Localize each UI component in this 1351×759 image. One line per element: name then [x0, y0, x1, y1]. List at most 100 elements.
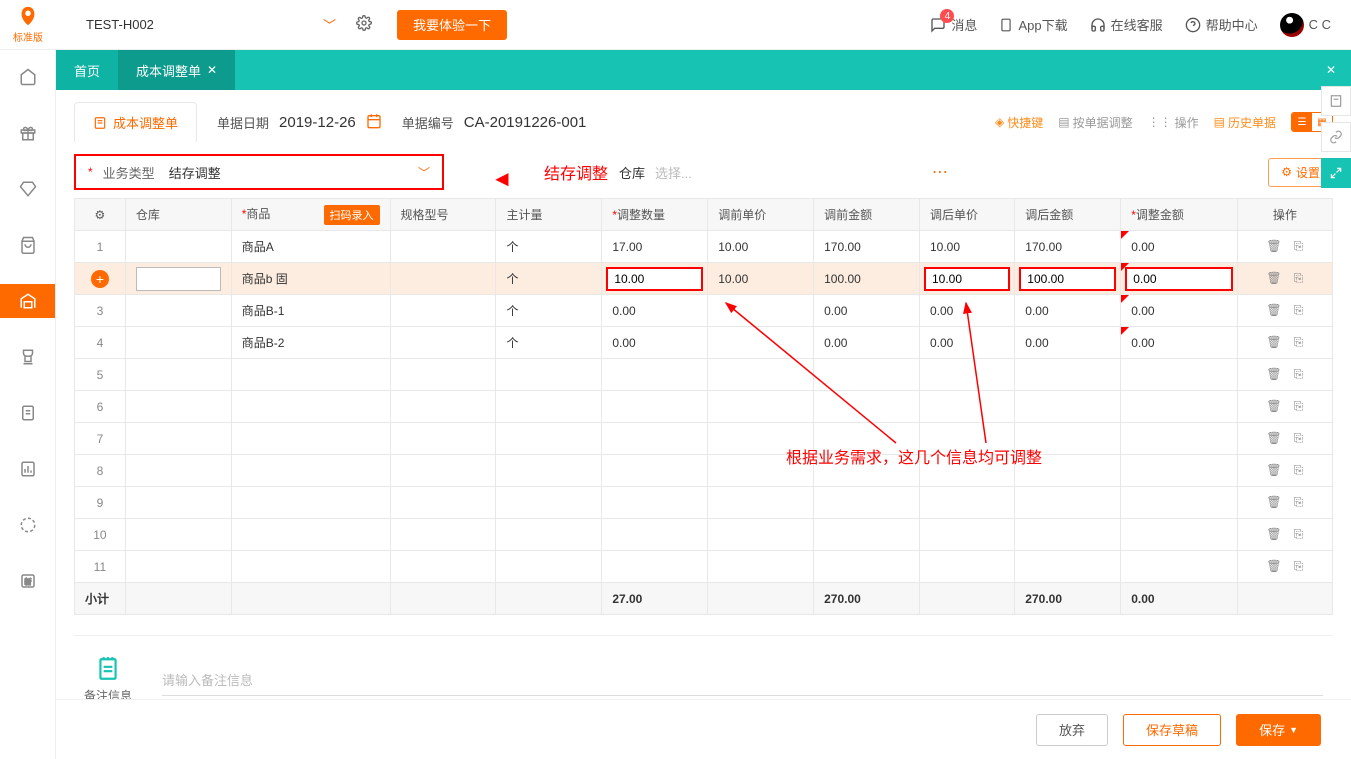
business-type-select[interactable]: * 业务类型 结存调整 ﹀ — [74, 154, 444, 190]
table-row[interactable]: 11🗑⎘ — [75, 551, 1333, 583]
table-row[interactable]: 7🗑⎘ — [75, 423, 1333, 455]
left-nav: 新 — [0, 50, 56, 759]
help-center[interactable]: 帮助中心 — [1185, 15, 1258, 34]
nav-gift-icon[interactable] — [0, 116, 55, 150]
messages[interactable]: 4 消息 — [930, 15, 977, 34]
copy-icon[interactable]: ⎘ — [1294, 271, 1304, 286]
chevron-down-icon: ﹀ — [323, 15, 336, 34]
th-gear[interactable]: ⚙ — [75, 199, 126, 231]
delete-icon[interactable]: 🗑 — [1266, 495, 1281, 510]
delete-icon[interactable]: 🗑 — [1266, 303, 1281, 318]
th-after-price: 调后单价 — [920, 199, 1015, 231]
table-row[interactable]: +商品b 固个10.00100.00🗑⎘ — [75, 263, 1333, 295]
rail-note-icon[interactable] — [1321, 86, 1351, 116]
doc-header: 成本调整单 单据日期 2019-12-26 单据编号 CA-20191226-0… — [56, 90, 1351, 142]
nav-warehouse-icon[interactable] — [0, 284, 55, 318]
copy-icon[interactable]: ⎘ — [1294, 239, 1304, 254]
delete-icon[interactable]: 🗑 — [1266, 559, 1281, 574]
app-download[interactable]: App下载 — [999, 15, 1067, 34]
table-row[interactable]: 6🗑⎘ — [75, 391, 1333, 423]
more-icon[interactable]: ⋯ — [932, 162, 948, 182]
table-row[interactable]: 8🗑⎘ — [75, 455, 1333, 487]
gear-icon[interactable] — [356, 15, 372, 34]
after-price-input[interactable] — [924, 267, 1010, 291]
delete-icon[interactable]: 🗑 — [1266, 367, 1281, 382]
tool-history[interactable]: ▤ 历史单据 — [1214, 114, 1276, 131]
doc-number: 单据编号 CA-20191226-001 — [402, 113, 587, 132]
copy-icon[interactable]: ⎘ — [1294, 559, 1304, 574]
th-spec: 规格型号 — [390, 199, 496, 231]
th-op: 操作 — [1237, 199, 1332, 231]
logo: 标准版 — [0, 5, 56, 44]
copy-icon[interactable]: ⎘ — [1294, 335, 1304, 350]
copy-icon[interactable]: ⎘ — [1294, 463, 1304, 478]
table-row[interactable]: 5🗑⎘ — [75, 359, 1333, 391]
nav-clipboard-icon[interactable] — [0, 396, 55, 430]
th-before-price: 调前单价 — [708, 199, 814, 231]
remark-icon: 备注信息 — [84, 656, 132, 704]
qty-input[interactable] — [606, 267, 703, 291]
nav-new-icon[interactable]: 新 — [0, 564, 55, 598]
tab-cost-adjust[interactable]: 成本调整单✕ — [118, 50, 235, 90]
table-row[interactable]: 9🗑⎘ — [75, 487, 1333, 519]
footer-buttons: 放弃 保存草稿 保存 ▼ — [56, 699, 1351, 759]
tool-actions[interactable]: ⋮⋮ 操作 — [1148, 114, 1199, 131]
copy-icon[interactable]: ⎘ — [1294, 399, 1304, 414]
subtotal-row: 小计 27.00 270.00 270.00 0.00 — [75, 583, 1333, 615]
th-adj-amt: *调整金额 — [1121, 199, 1237, 231]
delete-icon[interactable]: 🗑 — [1266, 271, 1281, 286]
delete-icon[interactable]: 🗑 — [1266, 527, 1281, 542]
nav-diamond-icon[interactable] — [0, 172, 55, 206]
table-row[interactable]: 3商品B-1个0.000.000.000.000.00🗑⎘ — [75, 295, 1333, 327]
nav-report-icon[interactable] — [0, 452, 55, 486]
table-row[interactable]: 10🗑⎘ — [75, 519, 1333, 551]
add-row-icon[interactable]: + — [91, 270, 109, 288]
copy-icon[interactable]: ⎘ — [1294, 303, 1304, 318]
try-button[interactable]: 我要体验一下 — [397, 10, 507, 40]
online-service[interactable]: 在线客服 — [1090, 15, 1163, 34]
after-amt-input[interactable] — [1019, 267, 1116, 291]
filter-row: * 业务类型 结存调整 ﹀ ◄ 结存调整 仓库 选择... ⋯ ⚙ 设置 — [56, 142, 1351, 198]
doc-date: 单据日期 2019-12-26 — [217, 113, 382, 132]
nav-money-icon[interactable] — [0, 340, 55, 374]
doc-toolbar: ◈ 快捷键 ▤ 按单据调整 ⋮⋮ 操作 ▤ 历史单据 ☰▦ — [995, 112, 1333, 132]
tool-by-doc[interactable]: ▤ 按单据调整 — [1058, 114, 1132, 131]
remark-input[interactable]: 请输入备注信息 — [162, 664, 1323, 696]
delete-icon[interactable]: 🗑 — [1266, 335, 1281, 350]
annotation-arrow: ◄ — [491, 166, 513, 192]
save-button[interactable]: 保存 ▼ — [1236, 714, 1321, 746]
grid-wrap: ⚙ 仓库 *商品扫码录入 规格型号 主计量 *调整数量 调前单价 调前金额 调后… — [56, 198, 1351, 615]
scan-tag[interactable]: 扫码录入 — [324, 205, 380, 225]
delete-icon[interactable]: 🗑 — [1266, 463, 1281, 478]
copy-icon[interactable]: ⎘ — [1294, 527, 1304, 542]
nav-loading-icon[interactable] — [0, 508, 55, 542]
save-draft-button[interactable]: 保存草稿 — [1123, 714, 1221, 746]
company-selector[interactable]: TEST-H002 ﹀ — [86, 15, 336, 34]
tabs-close-all[interactable]: ✕ — [1311, 50, 1351, 90]
delete-icon[interactable]: 🗑 — [1266, 431, 1281, 446]
copy-icon[interactable]: ⎘ — [1294, 431, 1304, 446]
warehouse-input[interactable] — [136, 267, 221, 291]
top-bar: 标准版 TEST-H002 ﹀ 我要体验一下 4 消息 App下载 在线客服 帮… — [0, 0, 1351, 50]
table-row[interactable]: 4商品B-2个0.000.000.000.000.00🗑⎘ — [75, 327, 1333, 359]
nav-bag-icon[interactable] — [0, 228, 55, 262]
adj-amt-input[interactable] — [1125, 267, 1232, 291]
copy-icon[interactable]: ⎘ — [1294, 495, 1304, 510]
warehouse-select[interactable]: 仓库 选择... — [619, 163, 692, 182]
nav-home-icon[interactable] — [0, 60, 55, 94]
copy-icon[interactable]: ⎘ — [1294, 367, 1304, 382]
rail-expand-icon[interactable] — [1321, 158, 1351, 188]
chevron-down-icon: ﹀ — [418, 164, 430, 181]
delete-icon[interactable]: 🗑 — [1266, 239, 1281, 254]
th-after-amt: 调后金额 — [1015, 199, 1121, 231]
discard-button[interactable]: 放弃 — [1036, 714, 1108, 746]
rail-link-icon[interactable] — [1321, 122, 1351, 152]
user-menu[interactable]: C C — [1280, 13, 1331, 37]
calendar-icon[interactable] — [366, 113, 382, 132]
tool-hotkey[interactable]: ◈ 快捷键 — [995, 114, 1043, 131]
close-icon[interactable]: ✕ — [207, 63, 217, 77]
tab-home[interactable]: 首页 — [56, 50, 118, 90]
table-row[interactable]: 1商品A个17.0010.00170.0010.00170.000.00🗑⎘ — [75, 231, 1333, 263]
delete-icon[interactable]: 🗑 — [1266, 399, 1281, 414]
th-before-amt: 调前金额 — [814, 199, 920, 231]
